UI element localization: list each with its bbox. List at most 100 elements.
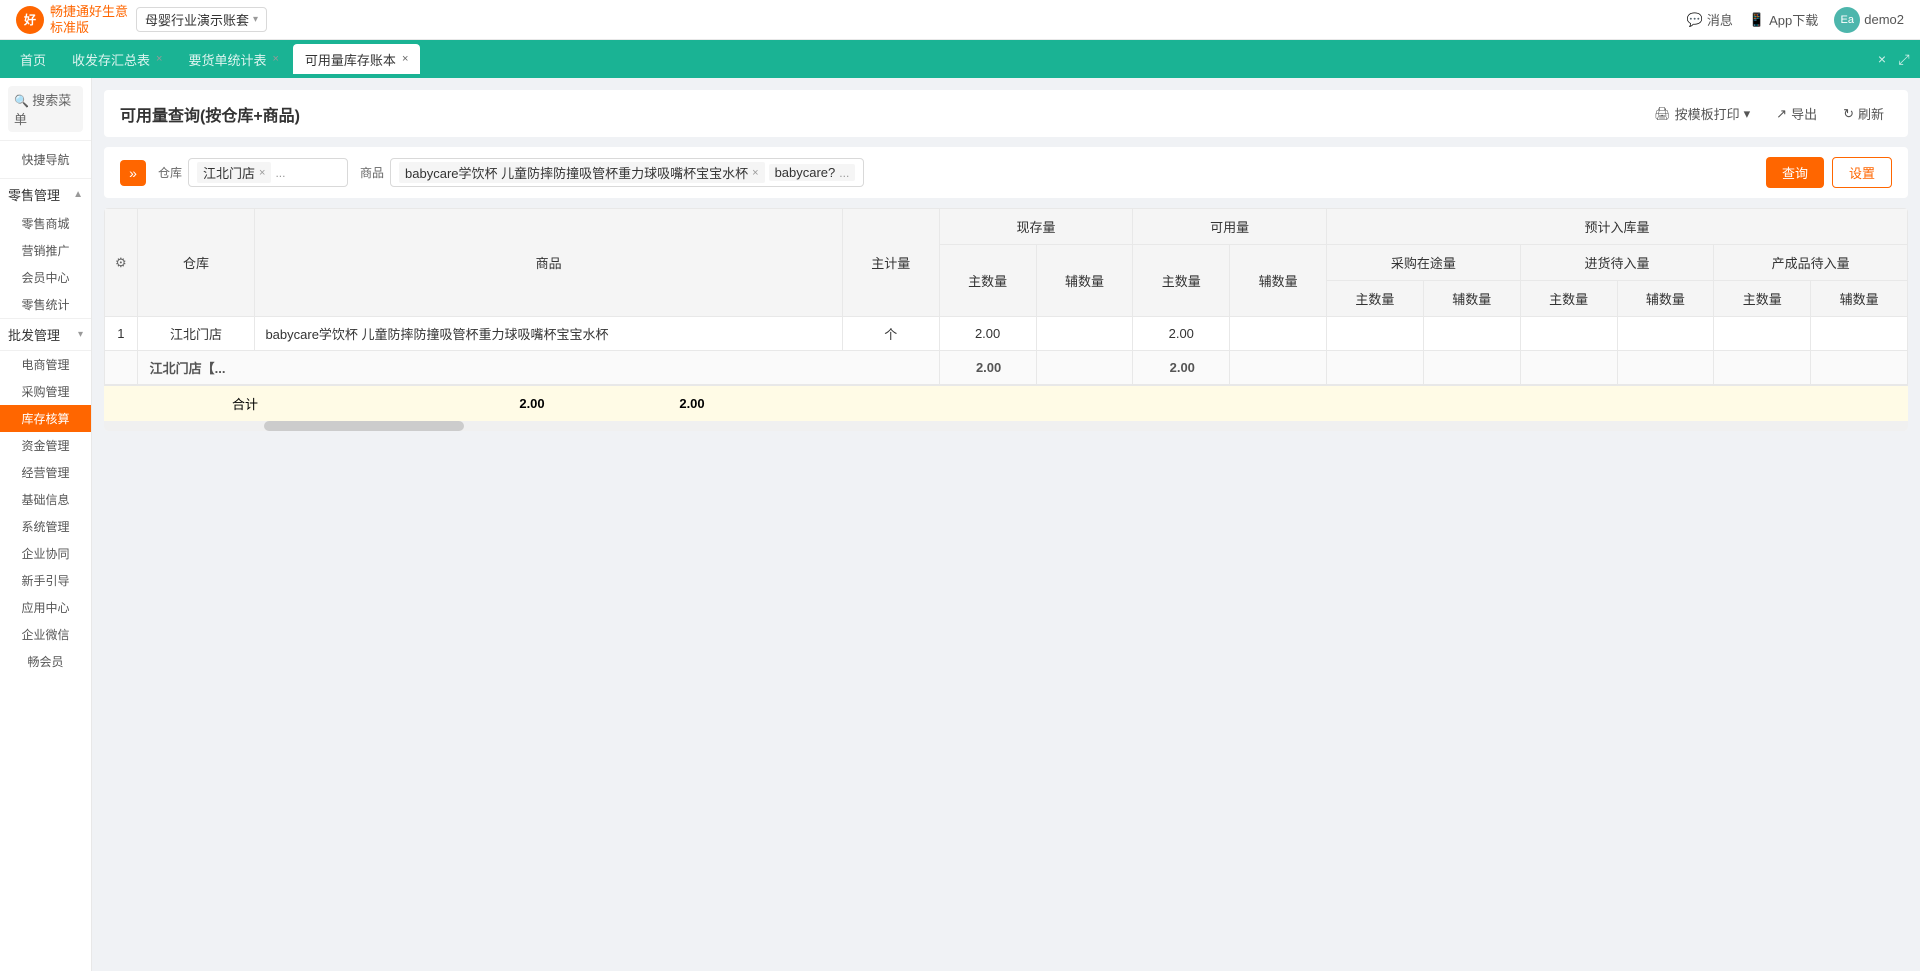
close-tab-available[interactable]: × [402, 53, 408, 65]
message-icon: 💬 [1687, 12, 1703, 28]
sidebar-section-wholesale: 批发管理 ▾ [0, 319, 91, 351]
table-row: 1 江北门店 babycare学饮杯 儿童防摔防撞吸管杯重力球吸嘴杯宝宝水杯 个… [105, 317, 1908, 351]
sidebar-item-member[interactable]: 畅会员 [0, 648, 91, 675]
total-stock-main: 2.00 [492, 396, 572, 411]
tab-demand[interactable]: 要货单统计表 × [176, 44, 290, 74]
sidebar-item-retail-stats[interactable]: 零售统计 [0, 291, 91, 318]
sidebar-item-wechat[interactable]: 企业微信 [0, 621, 91, 648]
subtotal-stock-main: 2.00 [939, 351, 1036, 385]
close-tab-demand[interactable]: × [272, 53, 278, 65]
message-btn[interactable]: 💬 消息 [1687, 10, 1733, 29]
table-container: ⚙ 仓库 商品 主计量 现存量 可用量 预计入库量 主数量 辅数量 主数量 辅数… [104, 208, 1908, 431]
sidebar-item-finance[interactable]: 资金管理 [0, 432, 91, 459]
cell-prod-main [1714, 317, 1811, 351]
top-bar: 好 畅捷通好生意 标准版 母婴行业演示账套 ▾ 💬 消息 📱 App下载 Ea … [0, 0, 1920, 40]
th-expected-in: 预计入库量 [1327, 209, 1908, 245]
logo-text: 畅捷通好生意 标准版 [50, 4, 128, 35]
sidebar-item-system[interactable]: 系统管理 [0, 513, 91, 540]
cell-avail-aux [1230, 317, 1327, 351]
warehouse-label: 仓库 [158, 164, 182, 181]
cell-pur-main [1327, 317, 1424, 351]
search-menu-btn[interactable]: 🔍 搜索菜单 [8, 86, 83, 132]
page-title: 可用量查询(按仓库+商品) [120, 102, 300, 126]
user-menu[interactable]: Ea demo2 [1834, 7, 1904, 33]
sidebar-section-retail-title[interactable]: 零售管理 ▲ [0, 179, 91, 210]
tab-available[interactable]: 可用量库存账本 × [293, 44, 420, 74]
query-btn[interactable]: 查询 [1766, 157, 1824, 188]
th-pend-aux: 辅数量 [1617, 281, 1714, 317]
goods-tag2: babycare? ... [769, 164, 856, 181]
th-goods: 商品 [255, 209, 842, 317]
sidebar-search: 🔍 搜索菜单 [0, 78, 91, 141]
warehouse-more[interactable]: ... [275, 166, 285, 180]
print-btn[interactable]: 🖨 按模板打印 ▾ [1646, 100, 1758, 127]
refresh-btn[interactable]: ↻ 刷新 [1835, 100, 1892, 127]
set-btn[interactable]: 设置 [1832, 157, 1892, 188]
th-avail-main: 主数量 [1133, 245, 1230, 317]
main-layout: 🔍 搜索菜单 快捷导航 零售管理 ▲ 零售商城 营销推广 会员中心 零售统计 批… [0, 78, 1920, 971]
chevron-up-icon: ▲ [73, 189, 83, 200]
close-window-icon[interactable]: × [1874, 51, 1890, 67]
goods-input[interactable]: babycare学饮杯 儿童防摔防撞吸管杯重力球吸嘴杯宝宝水杯 × babyca… [390, 158, 864, 187]
sidebar-item-retail-mall[interactable]: 零售商城 [0, 210, 91, 237]
avatar: Ea [1834, 7, 1860, 33]
download-icon: 📱 [1749, 12, 1765, 28]
close-tab-receivable[interactable]: × [156, 53, 162, 65]
settings-icon[interactable]: ⚙ [115, 255, 127, 270]
warehouse-input[interactable]: 江北门店 × ... [188, 158, 348, 187]
th-pend-in: 进货待入量 [1520, 245, 1714, 281]
sidebar-item-quick-nav[interactable]: 快捷导航 [0, 145, 91, 174]
total-label: 合计 [232, 394, 432, 413]
tab-home[interactable]: 首页 [8, 44, 58, 74]
goods-more[interactable]: ... [839, 166, 849, 180]
sidebar-item-newguide[interactable]: 新手引导 [0, 567, 91, 594]
app-download-btn[interactable]: 📱 App下载 [1749, 10, 1818, 29]
sidebar-section-wholesale-title[interactable]: 批发管理 ▾ [0, 319, 91, 350]
sidebar: 🔍 搜索菜单 快捷导航 零售管理 ▲ 零售商城 营销推广 会员中心 零售统计 批… [0, 78, 92, 971]
page-actions: 🖨 按模板打印 ▾ ↗ 导出 ↻ 刷新 [1646, 100, 1892, 127]
cell-warehouse: 江北门店 [137, 317, 255, 351]
sidebar-item-purchase[interactable]: 采购管理 [0, 378, 91, 405]
cell-unit: 个 [842, 317, 939, 351]
export-btn[interactable]: ↗ 导出 [1768, 100, 1825, 127]
sidebar-item-marketing[interactable]: 营销推广 [0, 237, 91, 264]
filter-area: » 仓库 江北门店 × ... 商品 babycare学饮杯 儿童防摔防撞吸管杯… [104, 147, 1908, 198]
cell-stock-main: 2.00 [939, 317, 1036, 351]
window-buttons: × ⤢ [1874, 51, 1912, 67]
account-selector[interactable]: 母婴行业演示账套 ▾ [136, 7, 267, 32]
sidebar-item-appcenter[interactable]: 应用中心 [0, 594, 91, 621]
sidebar-item-enterprise[interactable]: 企业协同 [0, 540, 91, 567]
logo-icon: 好 [16, 6, 44, 34]
tab-receivable[interactable]: 收发存汇总表 × [60, 44, 174, 74]
scroll-thumb[interactable] [264, 421, 464, 431]
expand-window-icon[interactable]: ⤢ [1896, 51, 1912, 67]
chevron-down-icon: ▾ [1744, 106, 1751, 122]
cell-goods: babycare学饮杯 儿童防摔防撞吸管杯重力球吸嘴杯宝宝水杯 [255, 317, 842, 351]
top-bar-right: 💬 消息 📱 App下载 Ea demo2 [1687, 7, 1904, 33]
th-stock-main: 主数量 [939, 245, 1036, 317]
settings-col[interactable]: ⚙ [105, 209, 138, 317]
th-pur-aux: 辅数量 [1423, 281, 1520, 317]
cell-pend-main [1520, 317, 1617, 351]
top-bar-left: 好 畅捷通好生意 标准版 母婴行业演示账套 ▾ [16, 4, 267, 35]
cell-avail-main: 2.00 [1133, 317, 1230, 351]
export-icon: ↗ [1776, 106, 1787, 122]
th-current-stock: 现存量 [939, 209, 1133, 245]
filter-toggle-btn[interactable]: » [120, 160, 146, 186]
sidebar-item-inventory[interactable]: 库存核算 [0, 405, 91, 432]
sidebar-item-operation[interactable]: 经营管理 [0, 459, 91, 486]
goods-filter: 商品 babycare学饮杯 儿童防摔防撞吸管杯重力球吸嘴杯宝宝水杯 × bab… [360, 158, 864, 187]
warehouse-filter: 仓库 江北门店 × ... [158, 158, 348, 187]
goods-tag1-close[interactable]: × [752, 167, 758, 179]
warehouse-tag-close[interactable]: × [259, 167, 265, 179]
scroll-track[interactable] [104, 421, 1908, 431]
sidebar-item-basic[interactable]: 基础信息 [0, 486, 91, 513]
th-avail-aux: 辅数量 [1230, 245, 1327, 317]
cell-pend-aux [1617, 317, 1714, 351]
subtotal-warehouse: 江北门店【... [137, 351, 939, 385]
sidebar-item-members[interactable]: 会员中心 [0, 264, 91, 291]
th-pend-main: 主数量 [1520, 281, 1617, 317]
warehouse-tag: 江北门店 × [197, 162, 271, 183]
sidebar-item-ecommerce[interactable]: 电商管理 [0, 351, 91, 378]
page-header: 可用量查询(按仓库+商品) 🖨 按模板打印 ▾ ↗ 导出 ↻ 刷新 [104, 90, 1908, 137]
